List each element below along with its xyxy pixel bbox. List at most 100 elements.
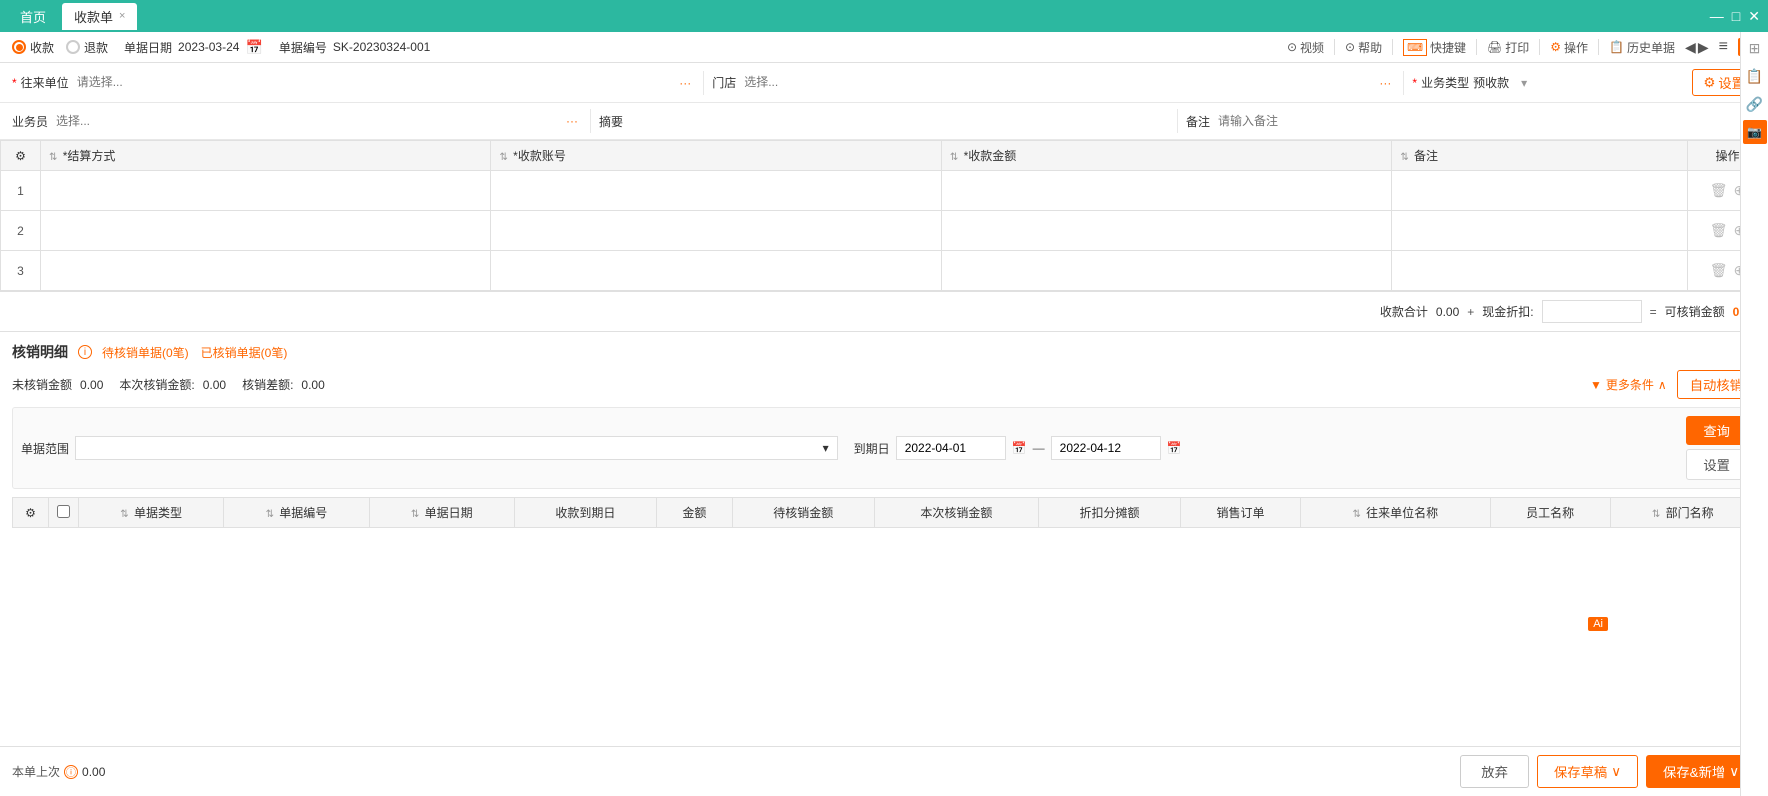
current-reconcile-label: 本次核销金额: 0.00 <box>119 376 226 393</box>
row-3-settlement[interactable] <box>41 251 491 291</box>
btype-label: 业务类型 <box>1421 74 1469 91</box>
row-3-amount[interactable] <box>941 251 1391 291</box>
sidebar-icon-3[interactable]: 🔗 <box>1743 92 1767 116</box>
reconcile-info-icon[interactable]: i <box>78 345 92 359</box>
sidebar-icon-1[interactable]: ⊞ <box>1743 36 1767 60</box>
abandon-btn[interactable]: 放弃 <box>1460 755 1529 788</box>
row-3-no: 3 <box>1 251 41 291</box>
sort-icon-bt2: ⇅ <box>266 509 274 520</box>
sum-total-value: 0.00 <box>1436 305 1459 319</box>
sidebar-icon-2[interactable]: 📋 <box>1743 64 1767 88</box>
print-icon: 🖨 <box>1487 40 1502 54</box>
row-1-delete-icon[interactable]: 🗑 <box>1710 182 1728 199</box>
video-btn[interactable]: ⊙ 视频 <box>1287 39 1324 56</box>
calendar-from-icon[interactable]: 📅 <box>1012 441 1027 455</box>
settings-gear-icon: ⚙ <box>1703 75 1715 91</box>
store-input[interactable] <box>740 73 1371 92</box>
divider3 <box>1476 39 1477 55</box>
bottom-info-icon[interactable]: ⓘ <box>64 765 78 779</box>
row-2-account[interactable] <box>491 211 941 251</box>
calendar-to-icon[interactable]: 📅 <box>1167 441 1182 455</box>
remark-input[interactable] <box>1214 112 1756 131</box>
tab-current[interactable]: 收款单 × <box>62 3 137 30</box>
radio-shoukuan[interactable]: 收款 <box>12 39 54 56</box>
nav-next-btn[interactable]: ▶ <box>1698 39 1709 56</box>
help-label: 帮助 <box>1358 39 1382 56</box>
calendar-icon[interactable]: 📅 <box>245 39 262 56</box>
date-range: 📅 — 📅 <box>896 436 1182 460</box>
history-btn[interactable]: 📋 历史单据 <box>1609 39 1675 56</box>
btype-required: * <box>1412 76 1417 90</box>
salesperson-label: 业务员 <box>12 113 48 130</box>
save-new-label: 保存&新增 <box>1663 762 1725 781</box>
shortcut-icon: ⌨ <box>1403 39 1427 56</box>
row-2-no: 2 <box>1 211 41 251</box>
unreconciled-label: 未核销金额 0.00 <box>12 376 103 393</box>
row-2-delete-icon[interactable]: 🗑 <box>1710 222 1728 239</box>
query-btn[interactable]: 查询 <box>1686 416 1747 445</box>
window-maximize-btn[interactable]: □ <box>1732 8 1740 24</box>
action-btn[interactable]: ⚙ 操作 <box>1550 39 1588 56</box>
row-1-remark[interactable] <box>1392 171 1688 211</box>
number-field: 单据编号 SK-20230324-001 <box>279 39 430 56</box>
date-to-input[interactable] <box>1051 436 1161 460</box>
select-all-checkbox[interactable] <box>57 505 70 518</box>
date-from-input[interactable] <box>896 436 1006 460</box>
tab-pending[interactable]: 待核销单据(0笔) <box>102 344 189 361</box>
range-select[interactable]: ▾ <box>75 436 838 460</box>
row-2-remark[interactable] <box>1392 211 1688 251</box>
counterpart-input[interactable] <box>73 73 672 92</box>
sum-plus: + <box>1467 305 1474 319</box>
range-chevron-icon: ▾ <box>823 441 829 455</box>
payment-table: ⚙ ⇅ *结算方式 ⇅ *收款账号 ⇅ *收款金额 ⇅ <box>0 140 1768 291</box>
btable-sales-label: 销售订单 <box>1217 506 1265 520</box>
row-1-no: 1 <box>1 171 41 211</box>
field-sep3 <box>590 109 591 133</box>
summary-input[interactable] <box>627 112 1169 131</box>
list-view-icon[interactable]: ≡ <box>1719 38 1728 56</box>
table-row: 3 🗑 ⊕ <box>1 251 1768 291</box>
ai-badge[interactable]: Ai <box>1588 617 1608 631</box>
btype-chevron[interactable]: ▾ <box>1521 76 1527 90</box>
shortcut-label: 快捷键 <box>1430 39 1466 56</box>
bottom-info-label: 本单上次 <box>12 763 60 780</box>
btable-type-label: 单据类型 <box>134 506 182 520</box>
row-3-delete-icon[interactable]: 🗑 <box>1710 262 1728 279</box>
range-label: 单据范围 <box>21 440 69 457</box>
btable-gear[interactable]: ⚙ <box>13 498 49 528</box>
table-gear-header[interactable]: ⚙ <box>1 141 41 171</box>
tab-close-icon[interactable]: × <box>119 10 125 22</box>
sort-icon-1: ⇅ <box>49 152 57 163</box>
store-more-btn[interactable]: ··· <box>1375 76 1395 90</box>
window-close-btn[interactable]: ✕ <box>1748 8 1760 25</box>
salesperson-input[interactable] <box>52 112 558 131</box>
row-2-settlement[interactable] <box>41 211 491 251</box>
radio-tuikuan[interactable]: 退款 <box>66 39 108 56</box>
nav-arrows: ◀ ▶ <box>1685 39 1709 56</box>
window-minimize-btn[interactable]: — <box>1710 8 1724 24</box>
row-3-account[interactable] <box>491 251 941 291</box>
nav-prev-btn[interactable]: ◀ <box>1685 39 1696 56</box>
tab-done[interactable]: 已核销单据(0笔) <box>201 344 288 361</box>
more-conditions-btn[interactable]: ▼ 更多条件 ∧ <box>1590 376 1667 393</box>
setting-small-btn[interactable]: 设置 <box>1686 449 1747 480</box>
row-1-account[interactable] <box>491 171 941 211</box>
sidebar-icon-4[interactable]: 📷 <box>1743 120 1767 144</box>
shortcut-btn[interactable]: ⌨ 快捷键 <box>1403 39 1466 56</box>
business-type-field: * 业务类型 预收款 ▾ <box>1412 74 1692 91</box>
print-label: 打印 <box>1505 39 1529 56</box>
tab-home[interactable]: 首页 <box>8 3 58 30</box>
salesperson-more-btn[interactable]: ··· <box>562 114 582 128</box>
help-btn[interactable]: ⊙ 帮助 <box>1345 39 1382 56</box>
row-1-amount[interactable] <box>941 171 1391 211</box>
row-1-settlement[interactable] <box>41 171 491 211</box>
row-3-remark[interactable] <box>1392 251 1688 291</box>
print-btn[interactable]: 🖨 打印 <box>1487 39 1529 56</box>
row-2-amount[interactable] <box>941 211 1391 251</box>
sum-discount-input[interactable] <box>1542 300 1642 323</box>
radio-tuikuan-label: 退款 <box>84 39 108 56</box>
save-draft-btn[interactable]: 保存草稿 ∨ <box>1537 755 1638 788</box>
divider4 <box>1539 39 1540 55</box>
counterpart-more-btn[interactable]: ··· <box>675 76 695 90</box>
divider5 <box>1598 39 1599 55</box>
